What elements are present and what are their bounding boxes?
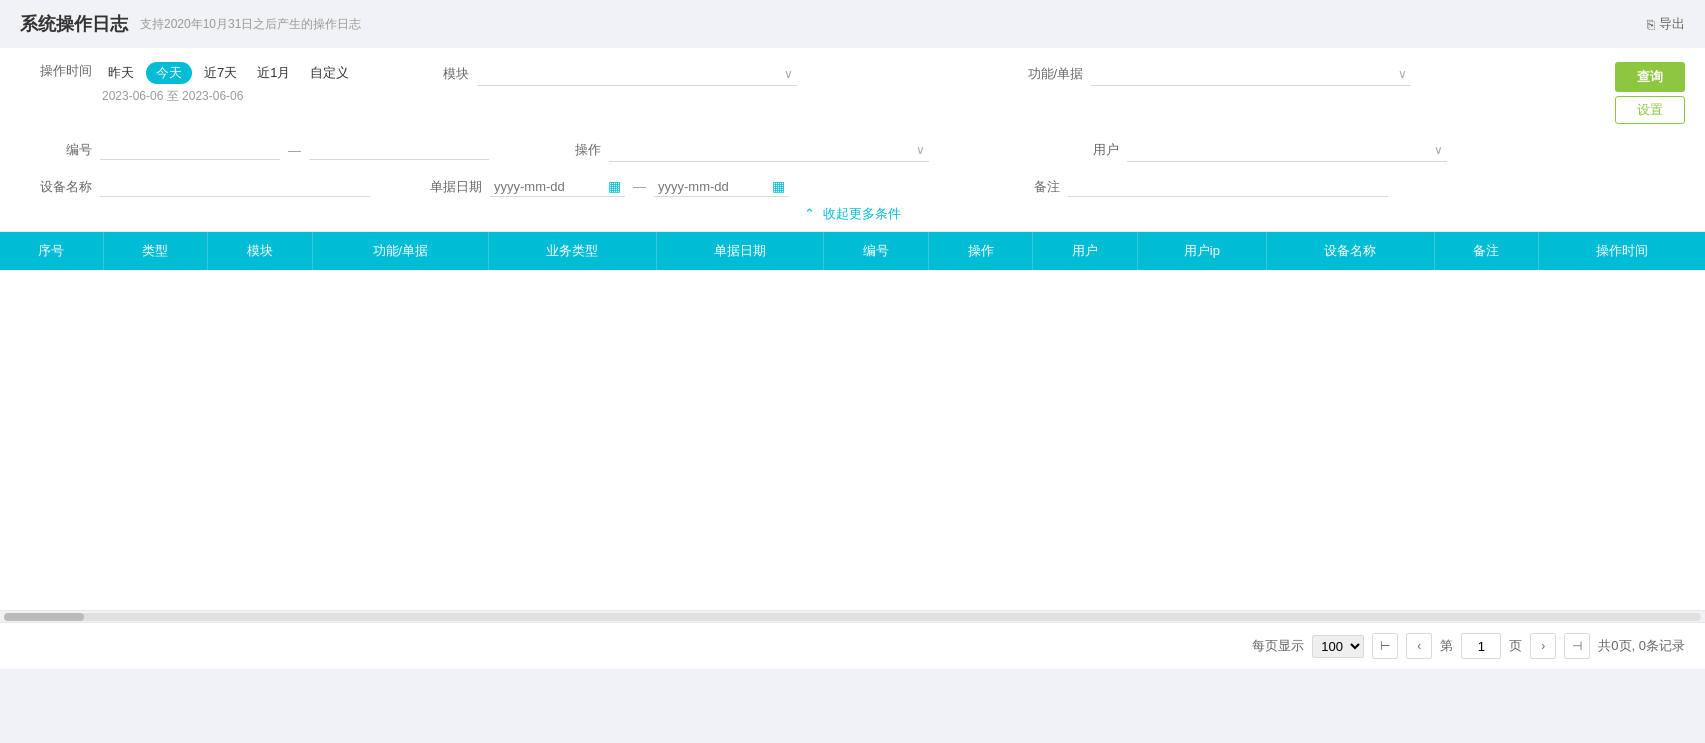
number-dash: — <box>288 143 301 158</box>
scrollbar-track[interactable] <box>4 613 1701 621</box>
page-post-label: 页 <box>1509 637 1522 655</box>
module-select-wrap[interactable]: ∨ <box>477 62 797 86</box>
collapse-up-icon: ⌃ <box>804 206 815 221</box>
date-label: 单据日期 <box>410 178 490 196</box>
func-input[interactable] <box>1095 64 1398 83</box>
prev-page-button[interactable]: ‹ <box>1406 633 1432 659</box>
horizontal-scrollbar[interactable] <box>0 610 1705 622</box>
col-op-time: 操作时间 <box>1538 232 1705 270</box>
col-module: 模块 <box>208 232 312 270</box>
data-table: 序号 类型 模块 功能/单据 业务类型 单据日期 编号 操作 用户 用户ip 设… <box>0 232 1705 270</box>
time-btn-7days[interactable]: 近7天 <box>196 62 245 84</box>
col-user: 用户 <box>1033 232 1137 270</box>
export-button[interactable]: ⎘ 导出 <box>1647 15 1685 33</box>
table-section: 序号 类型 模块 功能/单据 业务类型 单据日期 编号 操作 用户 用户ip 设… <box>0 232 1705 610</box>
collapse-label: 收起更多条件 <box>823 206 901 221</box>
page-size-label: 每页显示 <box>1252 637 1304 655</box>
operation-label: 操作 <box>529 141 609 159</box>
table-header-row: 序号 类型 模块 功能/单据 业务类型 单据日期 编号 操作 用户 用户ip 设… <box>0 232 1705 270</box>
scrollbar-thumb[interactable] <box>4 613 84 621</box>
empty-area <box>0 270 1705 610</box>
date-to-input[interactable] <box>658 179 768 194</box>
pagination-bar: 每页显示 100 50 200 ⊢ ‹ 第 1 页 › ⊣ 共0页, 0条记录 <box>0 622 1705 669</box>
col-number: 编号 <box>824 232 928 270</box>
number-to-input[interactable] <box>309 140 489 160</box>
col-func: 功能/单据 <box>312 232 488 270</box>
page-subtitle: 支持2020年10月31日之后产生的操作日志 <box>140 16 361 33</box>
func-label: 功能/单据 <box>1011 65 1091 83</box>
page-pre-label: 第 <box>1440 637 1453 655</box>
operation-input[interactable] <box>613 140 916 159</box>
action-buttons: 查询 设置 <box>1615 62 1685 124</box>
user-label: 用户 <box>1047 141 1127 159</box>
user-select-wrap[interactable]: ∨ <box>1127 138 1447 162</box>
col-user-ip: 用户ip <box>1137 232 1266 270</box>
device-label: 设备名称 <box>20 178 100 196</box>
operation-select-wrap[interactable]: ∨ <box>609 138 929 162</box>
func-dropdown-arrow: ∨ <box>1398 67 1407 81</box>
page-input[interactable]: 1 <box>1461 633 1501 659</box>
col-biz-type: 业务类型 <box>489 232 657 270</box>
filter-panel: 操作时间 昨天 今天 近7天 近1月 自定义 2023-06-06 至 2023… <box>0 48 1705 197</box>
next-page-button[interactable]: › <box>1530 633 1556 659</box>
page-title: 系统操作日志 <box>20 12 128 36</box>
time-btn-yesterday[interactable]: 昨天 <box>100 62 142 84</box>
date-from-input[interactable] <box>494 179 604 194</box>
col-type: 类型 <box>103 232 207 270</box>
func-select-wrap[interactable]: ∨ <box>1091 62 1411 86</box>
remark-input[interactable] <box>1068 177 1388 197</box>
page-size-select[interactable]: 100 50 200 <box>1312 635 1364 658</box>
time-range-display: 2023-06-06 至 2023-06-06 <box>102 88 243 105</box>
operation-dropdown-arrow: ∨ <box>916 143 925 157</box>
time-filter-group: 昨天 今天 近7天 近1月 自定义 2023-06-06 至 2023-06-0… <box>100 62 357 105</box>
date-to-wrap[interactable]: ▦ <box>654 176 789 197</box>
collapse-bar[interactable]: ⌃ 收起更多条件 <box>0 197 1705 232</box>
module-dropdown-arrow: ∨ <box>784 67 793 81</box>
device-input[interactable] <box>100 177 370 197</box>
time-btn-today[interactable]: 今天 <box>146 62 192 84</box>
number-from-input[interactable] <box>100 140 280 160</box>
total-info: 共0页, 0条记录 <box>1598 637 1685 655</box>
settings-button[interactable]: 设置 <box>1615 96 1685 124</box>
col-remark: 备注 <box>1434 232 1538 270</box>
time-btn-1month[interactable]: 近1月 <box>249 62 298 84</box>
col-index: 序号 <box>0 232 103 270</box>
time-label: 操作时间 <box>20 62 100 80</box>
col-doc-date: 单据日期 <box>656 232 824 270</box>
remark-label: 备注 <box>988 178 1068 196</box>
calendar-to-icon[interactable]: ▦ <box>772 178 785 194</box>
user-input[interactable] <box>1131 140 1434 159</box>
last-page-button[interactable]: ⊣ <box>1564 633 1590 659</box>
time-btn-custom[interactable]: 自定义 <box>302 62 357 84</box>
module-input[interactable] <box>481 64 784 83</box>
calendar-from-icon[interactable]: ▦ <box>608 178 621 194</box>
first-page-button[interactable]: ⊢ <box>1372 633 1398 659</box>
page-header: 系统操作日志 支持2020年10月31日之后产生的操作日志 ⎘ 导出 <box>0 0 1705 48</box>
module-label: 模块 <box>397 65 477 83</box>
col-device: 设备名称 <box>1266 232 1434 270</box>
date-from-wrap[interactable]: ▦ <box>490 176 625 197</box>
number-label: 编号 <box>20 141 100 159</box>
date-dash: — <box>633 179 646 194</box>
query-button[interactable]: 查询 <box>1615 62 1685 92</box>
col-operation: 操作 <box>928 232 1032 270</box>
export-label: 导出 <box>1659 15 1685 33</box>
user-dropdown-arrow: ∨ <box>1434 143 1443 157</box>
export-icon: ⎘ <box>1647 17 1655 32</box>
